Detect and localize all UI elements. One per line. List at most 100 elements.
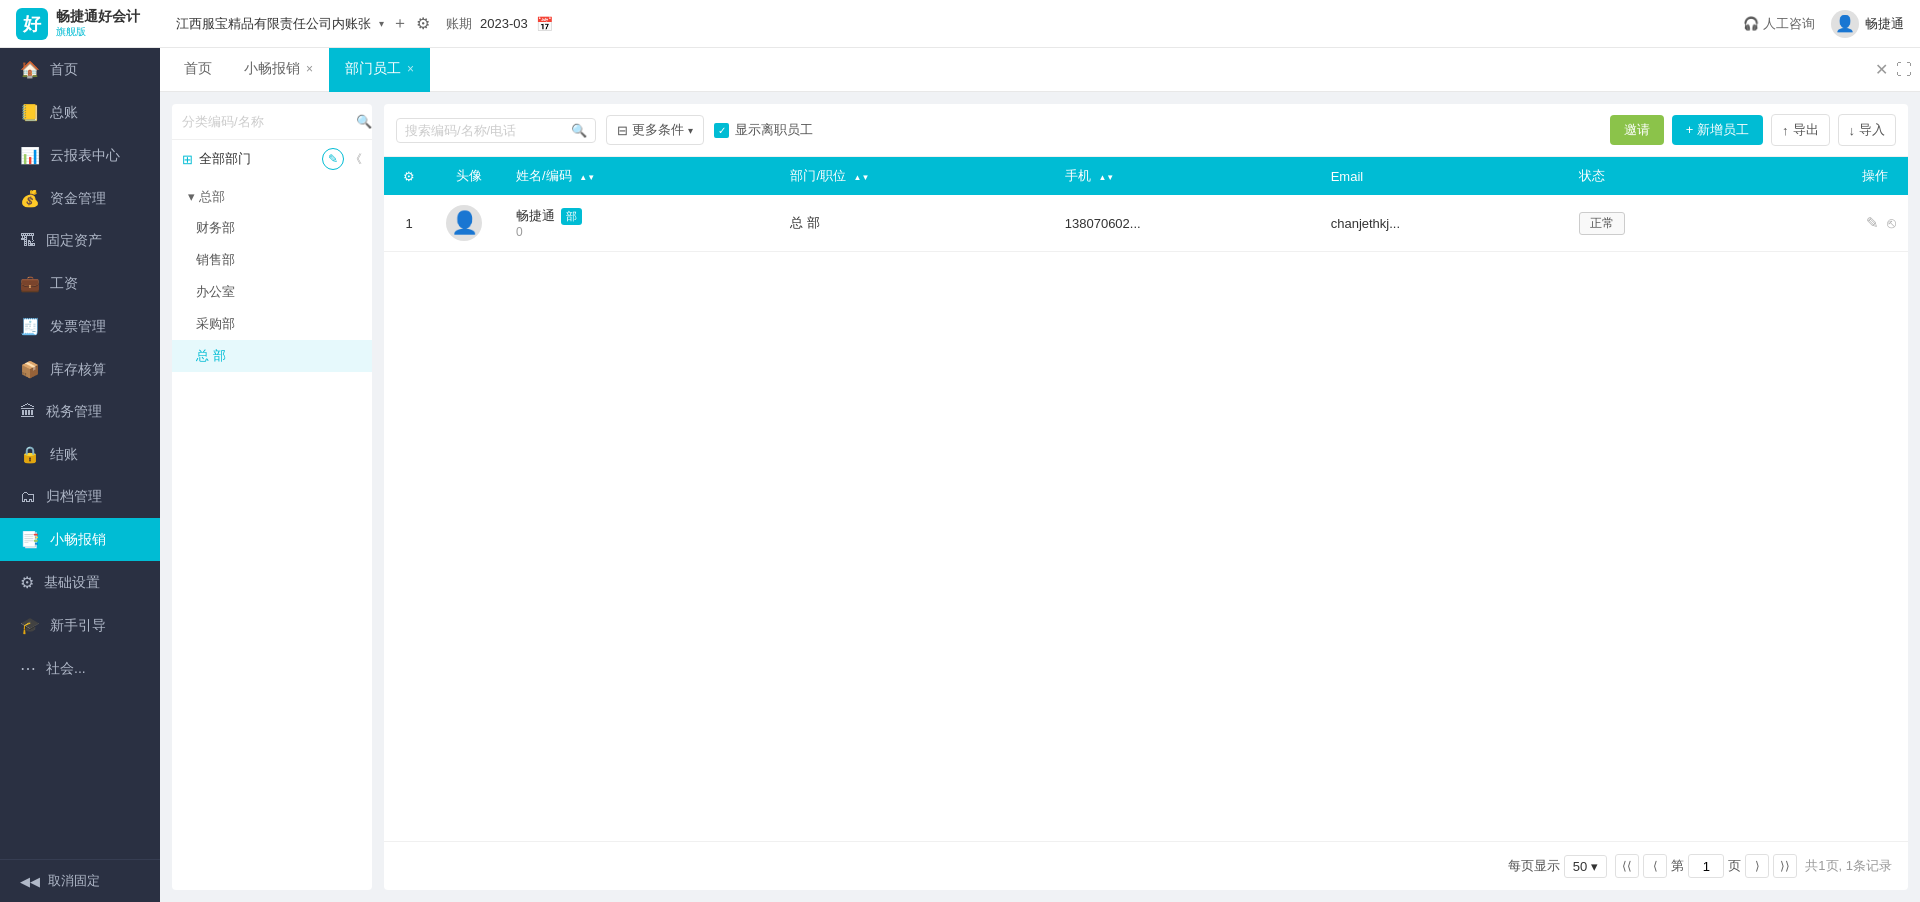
tab-department-close[interactable]: ×	[407, 62, 414, 76]
employee-search-box[interactable]: 🔍	[396, 118, 596, 143]
support-button[interactable]: 🎧 人工咨询	[1743, 15, 1815, 33]
dept-node-office[interactable]: 办公室	[172, 276, 372, 308]
col-phone[interactable]: 手机 ▲▼	[1053, 157, 1319, 195]
sidebar-item-invoice-label: 发票管理	[50, 318, 106, 336]
last-page-btn[interactable]: ⟩⟩	[1773, 854, 1797, 878]
page-label: 第	[1671, 857, 1684, 875]
tab-home[interactable]: 首页	[168, 48, 228, 92]
row-avatar: 👤	[434, 195, 504, 252]
dept-panel: 🔍 ⊞ 全部部门 ✎ 《 ▾ 总部 财务部 销售部 办公室 采购部 总 部	[172, 104, 372, 890]
page-nav: ⟨⟨ ⟨ 第 页 ⟩ ⟩⟩	[1615, 854, 1797, 878]
expense-icon: 📑	[20, 530, 40, 549]
user-menu[interactable]: 👤 畅捷通	[1831, 10, 1904, 38]
sidebar-item-reports[interactable]: 📊 云报表中心	[0, 134, 160, 177]
tab-expand-icon[interactable]: ⛶	[1896, 61, 1912, 79]
first-page-btn[interactable]: ⟨⟨	[1615, 854, 1639, 878]
add-employee-button[interactable]: + 新增员工	[1672, 115, 1763, 145]
employee-toolbar: 🔍 ⊟ 更多条件 ▾ ✓ 显示离职员工 邀请 + 新增员工	[384, 104, 1908, 157]
filter-button[interactable]: ⊟ 更多条件 ▾	[606, 115, 704, 145]
total-info: 共1页, 1条记录	[1805, 857, 1892, 875]
sidebar-item-assets[interactable]: 🏗 固定资产	[0, 220, 160, 262]
sidebar-item-inventory[interactable]: 📦 库存核算	[0, 348, 160, 391]
employee-table: ⚙ 头像 姓名/编码 ▲▼ 部门/职位 ▲▼ 手机 ▲▼	[384, 157, 1908, 252]
filter-label: 更多条件	[632, 121, 684, 139]
user-avatar: 👤	[1831, 10, 1859, 38]
dept-node-general[interactable]: 总 部	[172, 340, 372, 372]
table-row: 1 👤 畅捷通 部 0	[384, 195, 1908, 252]
toolbar-right: 邀请 + 新增员工 ↑ 导出 ↓ 导入	[1610, 114, 1896, 146]
reports-icon: 📊	[20, 146, 40, 165]
dept-node-purchase[interactable]: 采购部	[172, 308, 372, 340]
row-dept: 总 部	[778, 195, 1052, 252]
tab-expense-close[interactable]: ×	[306, 62, 313, 76]
sidebar-item-reports-label: 云报表中心	[50, 147, 120, 165]
col-settings-icon[interactable]: ⚙	[403, 169, 415, 184]
sidebar-item-close[interactable]: 🔒 结账	[0, 433, 160, 476]
sidebar-item-funds[interactable]: 💰 资金管理	[0, 177, 160, 220]
employee-dept-badge: 部	[561, 208, 582, 225]
next-page-btn[interactable]: ⟩	[1745, 854, 1769, 878]
sidebar-item-tax-label: 税务管理	[46, 403, 102, 421]
dept-tree: ▾ 总部 财务部 销售部 办公室 采购部 总 部	[172, 178, 372, 890]
sidebar-item-invoice[interactable]: 🧾 发票管理	[0, 305, 160, 348]
dept-collapse-icon[interactable]: 《	[350, 151, 362, 168]
calendar-icon[interactable]: 📅	[536, 16, 553, 32]
sidebar-item-home[interactable]: 🏠 首页	[0, 48, 160, 91]
row-phone: 138070602...	[1053, 195, 1319, 252]
sidebar-item-basic[interactable]: ⚙ 基础设置	[0, 561, 160, 604]
sidebar-item-guide[interactable]: 🎓 新手引导	[0, 604, 160, 647]
pin-toggle[interactable]: ◀◀ 取消固定	[0, 859, 160, 902]
col-name[interactable]: 姓名/编码 ▲▼	[504, 157, 778, 195]
dept-edit-icon[interactable]: ✎	[322, 148, 344, 170]
dept-search-icon[interactable]: 🔍	[356, 114, 372, 129]
period-value: 2023-03	[480, 16, 528, 31]
col-dept[interactable]: 部门/职位 ▲▼	[778, 157, 1052, 195]
sidebar-item-payroll[interactable]: 💼 工资	[0, 262, 160, 305]
sort-phone-icon[interactable]: ▲▼	[1098, 173, 1114, 182]
sidebar: 🏠 首页 📒 总账 📊 云报表中心 💰 资金管理 🏗 固定资产 💼 工资 🧾 发…	[0, 48, 160, 902]
sidebar-item-more[interactable]: ⋯ 社会...	[0, 647, 160, 690]
sort-dept-icon[interactable]: ▲▼	[854, 173, 870, 182]
home-icon: 🏠	[20, 60, 40, 79]
tab-expense[interactable]: 小畅报销 ×	[228, 48, 329, 92]
settings-icon[interactable]: ⚙	[416, 14, 430, 33]
dept-all-header[interactable]: ⊞ 全部部门 ✎ 《	[172, 140, 372, 178]
import-button[interactable]: ↓ 导入	[1838, 114, 1897, 146]
export-button[interactable]: ↑ 导出	[1771, 114, 1830, 146]
logout-icon[interactable]: ⎋	[1887, 214, 1896, 232]
page-input[interactable]	[1688, 854, 1724, 878]
invite-button[interactable]: 邀请	[1610, 115, 1664, 145]
sidebar-item-funds-label: 资金管理	[50, 190, 106, 208]
show-resigned-checkbox[interactable]: ✓	[714, 123, 729, 138]
per-page-select[interactable]: 50 ▾	[1564, 855, 1607, 878]
status-badge: 正常	[1579, 212, 1625, 235]
support-label: 人工咨询	[1763, 15, 1815, 33]
dept-node-sales[interactable]: 销售部	[172, 244, 372, 276]
employee-search-input[interactable]	[405, 123, 565, 138]
add-company-icon[interactable]: ＋	[392, 13, 408, 34]
logo-text-area: 畅捷通好会计 旗舰版	[56, 8, 140, 39]
dept-node-finance[interactable]: 财务部	[172, 212, 372, 244]
logo-area: 好 畅捷通好会计 旗舰版	[16, 8, 176, 40]
employee-name-text: 畅捷通	[516, 207, 555, 225]
sidebar-item-ledger[interactable]: 📒 总账	[0, 91, 160, 134]
show-resigned-toggle[interactable]: ✓ 显示离职员工	[714, 121, 813, 139]
col-settings[interactable]: ⚙	[384, 157, 434, 195]
content-area: 首页 小畅报销 × 部门员工 × ✕ ⛶ 🔍	[160, 48, 1920, 902]
dept-search-input[interactable]	[182, 114, 350, 129]
tax-icon: 🏛	[20, 403, 36, 421]
sidebar-item-tax[interactable]: 🏛 税务管理	[0, 391, 160, 433]
edit-icon[interactable]: ✎	[1866, 214, 1879, 232]
tab-close-all-icon[interactable]: ✕	[1875, 60, 1888, 79]
per-page-label: 每页显示	[1508, 857, 1560, 875]
export-icon: ↑	[1782, 123, 1789, 138]
employee-search-icon[interactable]: 🔍	[571, 123, 587, 138]
company-dropdown-icon[interactable]: ▾	[379, 18, 384, 29]
prev-page-btn[interactable]: ⟨	[1643, 854, 1667, 878]
sort-name-icon[interactable]: ▲▼	[579, 173, 595, 182]
close-period-icon: 🔒	[20, 445, 40, 464]
sidebar-item-archive[interactable]: 🗂 归档管理	[0, 476, 160, 518]
invoice-icon: 🧾	[20, 317, 40, 336]
sidebar-item-expense[interactable]: 📑 小畅报销	[0, 518, 160, 561]
tab-department[interactable]: 部门员工 ×	[329, 48, 430, 92]
